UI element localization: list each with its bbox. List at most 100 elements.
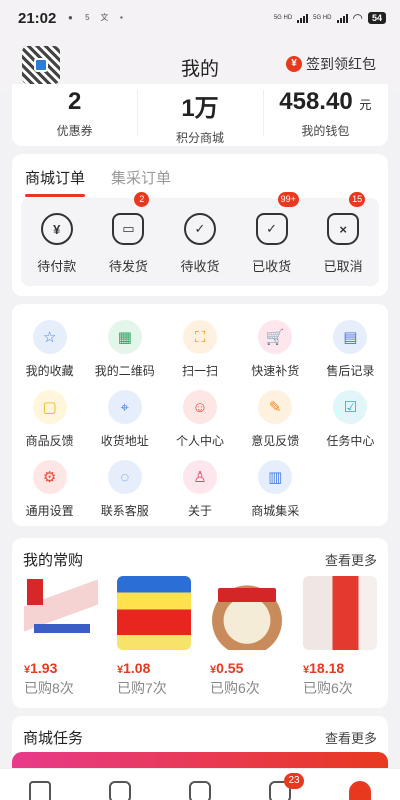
price-value: 18.18 — [309, 660, 345, 676]
tab-item[interactable] — [0, 769, 80, 800]
tool-item[interactable]: ▥ 商城集采 — [238, 460, 313, 519]
profile-icon — [349, 781, 371, 800]
tool-item[interactable]: ♙ 关于 — [162, 460, 237, 519]
pencil-icon: ✎ — [258, 390, 293, 424]
tool-label: 通用设置 — [25, 504, 74, 518]
product-price: ¥1.08 — [117, 660, 191, 676]
tool-item[interactable]: ⌖ 收货地址 — [87, 390, 162, 449]
stat-coupons[interactable]: 2 优惠券 — [12, 84, 137, 146]
frequent-purchases-card: 我的常购 查看更多 ¥1.93 已购8次 ¥1.08 已购7次 ¥0.55 已购6次 ¥18… — [12, 538, 388, 708]
order-status-item[interactable]: ▭ 2 待发货 — [93, 192, 165, 286]
order-status-item[interactable]: ✓ 99+ 已收货 — [236, 192, 308, 286]
product-list: ¥1.93 已购8次 ¥1.08 已购7次 ¥0.55 已购6次 ¥18.18 已购6次 — [24, 576, 377, 698]
product-card[interactable]: ¥1.08 已购7次 — [117, 576, 191, 698]
tool-item[interactable]: ☑ 任务中心 — [313, 390, 388, 449]
tool-item[interactable]: ☆ 我的收藏 — [12, 320, 87, 379]
chat-icon: ◌ — [107, 460, 142, 494]
tool-label: 商品反馈 — [25, 434, 74, 448]
pending-receipt-icon: ✓ — [183, 213, 216, 245]
tab-item[interactable] — [320, 769, 400, 800]
tool-item[interactable]: ◌ 联系客服 — [87, 460, 162, 519]
category-icon — [109, 781, 131, 800]
gear-icon: ⚙ — [32, 460, 67, 494]
network-indicator-2: 5G HD — [313, 14, 332, 21]
view-more-link[interactable]: 查看更多 — [325, 550, 377, 569]
price-value: 1.08 — [123, 660, 151, 676]
translate-icon: 文 — [100, 13, 109, 22]
tab-item[interactable] — [160, 769, 240, 800]
tool-label: 个人中心 — [175, 434, 224, 448]
tab-item[interactable]: 23 — [240, 769, 320, 800]
coin-icon: ¥ — [286, 56, 302, 72]
tools-card: ☆ 我的收藏 ▦ 我的二维码 ⛶ 扫一扫 🛒 快速补货 ▤ 售后记录 ▢ 商品反馈 ⌖ 收货地址 ☺ 个人中心… — [12, 304, 388, 526]
tool-item[interactable]: 🛒 快速补货 — [238, 320, 313, 379]
pending-shipment-icon: ▭ — [112, 213, 145, 245]
order-status-item[interactable]: × 15 已取消 — [307, 192, 379, 286]
feedback-icon: ▢ — [32, 390, 67, 424]
tool-item[interactable]: ⛶ 扫一扫 — [162, 320, 237, 379]
tab-mall-orders[interactable]: 商城订单 — [25, 167, 86, 197]
section-title: 商城任务 — [23, 730, 84, 747]
location-icon: ⌖ — [107, 390, 142, 424]
price-value: 1.93 — [30, 660, 58, 676]
signin-red-packet-button[interactable]: ¥ 签到领红包 — [286, 54, 376, 74]
wifi-icon: ◠ — [352, 11, 363, 25]
clipboard-check-icon: ☑ — [333, 390, 368, 424]
network-indicator-1: 5G HD — [273, 14, 293, 21]
tool-item[interactable]: ▤ 售后记录 — [313, 320, 388, 379]
tab-item[interactable] — [80, 769, 160, 800]
tool-label: 我的收藏 — [25, 364, 74, 378]
tool-item[interactable]: ▦ 我的二维码 — [87, 320, 162, 379]
person-icon: ♙ — [182, 460, 217, 494]
purchase-count: 已购7次 — [117, 680, 167, 696]
product-card[interactable]: ¥18.18 已购6次 — [303, 576, 377, 698]
status-time: 21:02 — [18, 9, 57, 27]
battery-icon: 54 — [367, 12, 386, 24]
tool-item[interactable]: ✎ 意见反馈 — [238, 390, 313, 449]
home-icon — [29, 781, 51, 800]
purchase-count: 已购6次 — [210, 680, 260, 696]
tool-item[interactable]: ☺ 个人中心 — [162, 390, 237, 449]
product-card[interactable]: ¥0.55 已购6次 — [210, 576, 284, 698]
tool-label: 收货地址 — [100, 434, 149, 448]
cart-add-icon: 🛒 — [258, 320, 293, 354]
stat-points-mall[interactable]: 1万 积分商城 — [137, 84, 262, 146]
tab-bulk-orders[interactable]: 集采订单 — [111, 167, 171, 188]
view-more-link[interactable]: 查看更多 — [325, 728, 377, 747]
order-status-label: 待发货 — [108, 259, 148, 274]
product-price: ¥18.18 — [303, 660, 377, 676]
tool-label: 意见反馈 — [251, 434, 300, 448]
section-title: 我的常购 — [23, 552, 84, 569]
purchase-count: 已购6次 — [303, 680, 353, 696]
order-status-label: 已收货 — [252, 259, 292, 274]
product-image — [210, 576, 284, 650]
stat-unit: 元 — [359, 98, 372, 112]
qq-icon: ● — [67, 13, 73, 22]
purchase-count: 已购8次 — [24, 680, 74, 696]
order-status-label: 已取消 — [323, 259, 363, 274]
count-badge: 23 — [284, 773, 304, 789]
order-status-item[interactable]: ¥ 待付款 — [21, 198, 93, 286]
tool-label: 我的二维码 — [94, 364, 155, 378]
product-image — [117, 576, 191, 650]
stat-wallet[interactable]: 458.40 元 我的钱包 — [262, 84, 388, 146]
cancelled-icon: × — [327, 213, 360, 245]
stat-label: 优惠券 — [56, 124, 93, 138]
news-icon: ▪ — [119, 13, 123, 22]
signin-label: 签到领红包 — [306, 56, 376, 72]
status-bar: 21:02 ● 5 文 ▪ 5G HD 5G HD ◠ 54 — [0, 0, 400, 36]
stat-value: 458.40 — [279, 88, 353, 115]
tool-item[interactable]: ▢ 商品反馈 — [12, 390, 87, 449]
order-status-item[interactable]: ✓ 待收货 — [164, 198, 236, 286]
stat-label: 积分商城 — [175, 131, 224, 145]
tool-label: 扫一扫 — [181, 364, 218, 378]
product-card[interactable]: ¥1.93 已购8次 — [24, 576, 98, 698]
scan-icon: ⛶ — [182, 320, 217, 354]
product-price: ¥0.55 — [210, 660, 284, 676]
tool-item[interactable]: ⚙ 通用设置 — [12, 460, 87, 519]
tool-label: 关于 — [187, 504, 212, 518]
tools-grid: ☆ 我的收藏 ▦ 我的二维码 ⛶ 扫一扫 🛒 快速补货 ▤ 售后记录 ▢ 商品反馈 ⌖ 收货地址 ☺ 个人中心… — [12, 320, 388, 519]
count-badge: 2 — [134, 192, 150, 207]
building-icon: ▥ — [258, 460, 293, 494]
bottom-tab-bar: 23 — [0, 768, 400, 800]
